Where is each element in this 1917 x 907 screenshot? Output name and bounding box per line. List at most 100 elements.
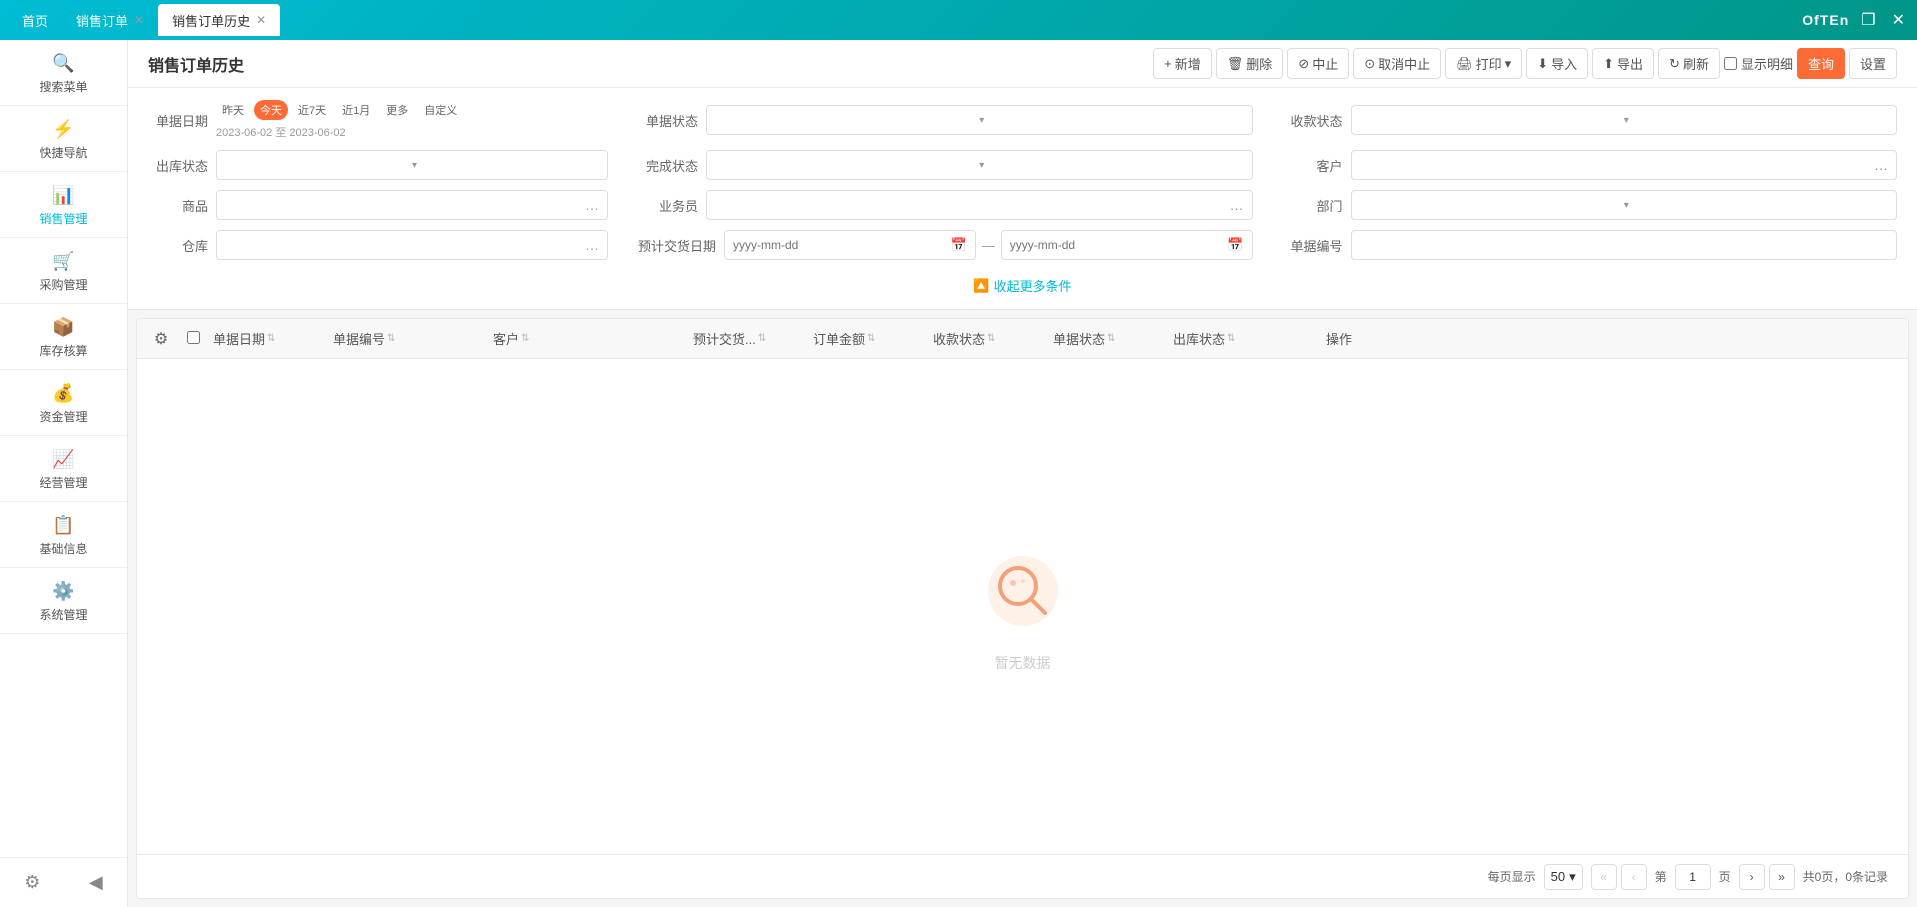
top-bar: 首页 销售订单 ✕ 销售订单历史 ✕ OfTEn ❐ ✕ [0,0,1917,40]
filter-warehouse-input-wrap[interactable]: … [216,230,608,260]
sidebar-item-operations[interactable]: 📈 经营管理 [0,436,127,502]
filter-bill-status-arrow: ▾ [979,115,1243,126]
th-amount[interactable]: 订单金额 ⇅ [809,329,929,348]
th-bill-status[interactable]: 单据状态 ⇅ [1049,329,1169,348]
filter-customer-input[interactable] [1360,158,1871,172]
filter-product-input[interactable] [225,198,581,212]
th-date-label: 单据日期 [213,329,265,348]
calendar-from-icon[interactable]: 📅 [951,237,967,253]
filter-dept-select[interactable]: ▾ [1351,190,1898,220]
th-operations: 操作 [1289,329,1389,348]
sidebar-label-search-menu: 搜索菜单 [39,78,87,95]
sidebar-item-inventory[interactable]: 📦 库存核算 [0,304,127,370]
filter-complete-status-label: 完成状态 [638,156,698,175]
collapse-row[interactable]: 🔼 收起更多条件 [148,270,1897,297]
display-detail-checkbox[interactable] [1724,57,1737,70]
refresh-icon: ↻ [1669,56,1680,72]
sidebar-item-finance[interactable]: 💰 资金管理 [0,370,127,436]
filter-salesperson-input[interactable] [715,198,1226,212]
filter-delivery-status-select[interactable]: ▾ [216,150,608,180]
last-page-btn[interactable]: » [1769,864,1795,890]
next-page-btn[interactable]: › [1739,864,1765,890]
filter-product-input-wrap[interactable]: … [216,190,608,220]
sidebar-item-purchase-mgmt[interactable]: 🛒 采购管理 [0,238,127,304]
tab-home[interactable]: 首页 [8,4,62,36]
tab-sales-order-history-close[interactable]: ✕ [256,13,266,27]
new-button[interactable]: + 新增 [1153,48,1212,79]
th-delivery-status[interactable]: 出库状态 ⇅ [1169,329,1289,348]
filter-dept-label: 部门 [1283,196,1343,215]
page-header: 销售订单历史 + 新增 🗑 删除 ⊘ 中止 ⊙ 取消中止 [128,40,1917,88]
tab-sales-order-close[interactable]: ✕ [134,13,144,27]
date-tab-more[interactable]: 更多 [380,100,414,120]
th-delivery-status-sort-icon: ⇅ [1227,333,1235,344]
restore-icon[interactable]: ❐ [1857,6,1879,34]
calendar-to-icon[interactable]: 📅 [1227,237,1243,253]
filter-dept: 部门 ▾ [1253,190,1898,220]
sidebar-item-sys-mgmt[interactable]: ⚙️ 系统管理 [0,568,127,634]
export-button[interactable]: ⬆ 导出 [1592,48,1654,79]
delete-button[interactable]: 🗑 删除 [1216,48,1284,79]
tab-sales-order[interactable]: 销售订单 ✕ [62,4,158,36]
filter-warehouse-more-icon[interactable]: … [585,237,599,253]
sidebar-item-sales-mgmt[interactable]: 📊 销售管理 [0,172,127,238]
select-all-checkbox[interactable] [187,331,200,344]
th-delivery[interactable]: 预计交货... ⇅ [689,329,809,348]
filter-delivery-date-from[interactable] [733,238,951,252]
refresh-button[interactable]: ↻ 刷新 [1658,48,1720,79]
filter-bill-status-select[interactable]: ▾ [706,105,1253,135]
filter-complete-status-select[interactable]: ▾ [706,150,1253,180]
date-tab-yesterday[interactable]: 昨天 [216,100,250,120]
filter-row-1: 单据日期 昨天 今天 近7天 近1月 更多 自定义 2023-06-02 至 2… [148,100,1897,140]
th-receipt-status[interactable]: 收款状态 ⇅ [929,329,1049,348]
filter-delivery-date-to[interactable] [1010,238,1228,252]
sidebar-label-inventory: 库存核算 [39,342,87,359]
page-size-label: 每页显示 [1488,868,1536,885]
filter-warehouse-input[interactable] [225,238,581,252]
sidebar-item-base-info[interactable]: 📋 基础信息 [0,502,127,568]
prev-page-btn[interactable]: ‹ [1621,864,1647,890]
date-tab-last1month[interactable]: 近1月 [336,100,376,120]
import-button[interactable]: ⬇ 导入 [1526,48,1588,79]
display-detail-checkbox-wrap[interactable]: 显示明细 [1724,54,1793,73]
current-page-input[interactable] [1675,864,1711,890]
first-page-btn[interactable]: « [1591,864,1617,890]
sidebar-settings-btn[interactable]: ⚙ [16,868,48,897]
filter-delivery-date-to-wrap[interactable]: 📅 [1001,230,1253,260]
cancel-stop-button[interactable]: ⊙ 取消中止 [1353,48,1441,79]
date-tab-custom[interactable]: 自定义 [418,100,463,120]
filter-delivery-date-from-wrap[interactable]: 📅 [724,230,976,260]
filter-salesperson-input-wrap[interactable]: … [706,190,1253,220]
filter-bill-no-label: 单据编号 [1283,236,1343,255]
date-tab-today[interactable]: 今天 [254,100,288,120]
stop-button[interactable]: ⊘ 中止 [1287,48,1349,79]
filter-customer: 客户 … [1253,150,1898,180]
sidebar-collapse-btn[interactable]: ◀ [81,868,111,897]
th-no[interactable]: 单据编号 ⇅ [329,329,489,348]
filter-receipt-status-select[interactable]: ▾ [1351,105,1898,135]
filter-salesperson-more-icon[interactable]: … [1230,197,1244,213]
filter-bill-no-input-wrap[interactable] [1351,230,1898,260]
close-icon[interactable]: ✕ [1888,6,1909,34]
settings-button[interactable]: 设置 [1849,48,1897,79]
sidebar-item-search-menu[interactable]: 🔍 搜索菜单 [0,40,127,106]
th-date[interactable]: 单据日期 ⇅ [209,329,329,348]
filter-product-label: 商品 [148,196,208,215]
table-settings-icon[interactable]: ⚙ [145,329,177,349]
filter-bill-no-input[interactable] [1360,238,1889,252]
print-button[interactable]: 🖨 打印 ▾ [1445,48,1522,79]
sidebar-item-quick-nav[interactable]: ⚡ 快捷导航 [0,106,127,172]
filter-receipt-status-label: 收款状态 [1283,111,1343,130]
query-button[interactable]: 查询 [1797,48,1845,79]
th-customer[interactable]: 客户 ⇅ [489,329,689,348]
filter-customer-input-wrap[interactable]: … [1351,150,1898,180]
sidebar-label-sys-mgmt: 系统管理 [39,606,87,623]
inventory-icon: 📦 [53,316,75,338]
tab-sales-order-history[interactable]: 销售订单历史 ✕ [158,4,280,36]
table-select-all[interactable] [177,331,209,347]
filter-product-more-icon[interactable]: … [585,197,599,213]
display-detail-label: 显示明细 [1741,54,1793,73]
page-size-select[interactable]: 50 ▾ [1544,864,1583,890]
date-tab-last7[interactable]: 近7天 [292,100,332,120]
filter-customer-more-icon[interactable]: … [1874,157,1888,173]
